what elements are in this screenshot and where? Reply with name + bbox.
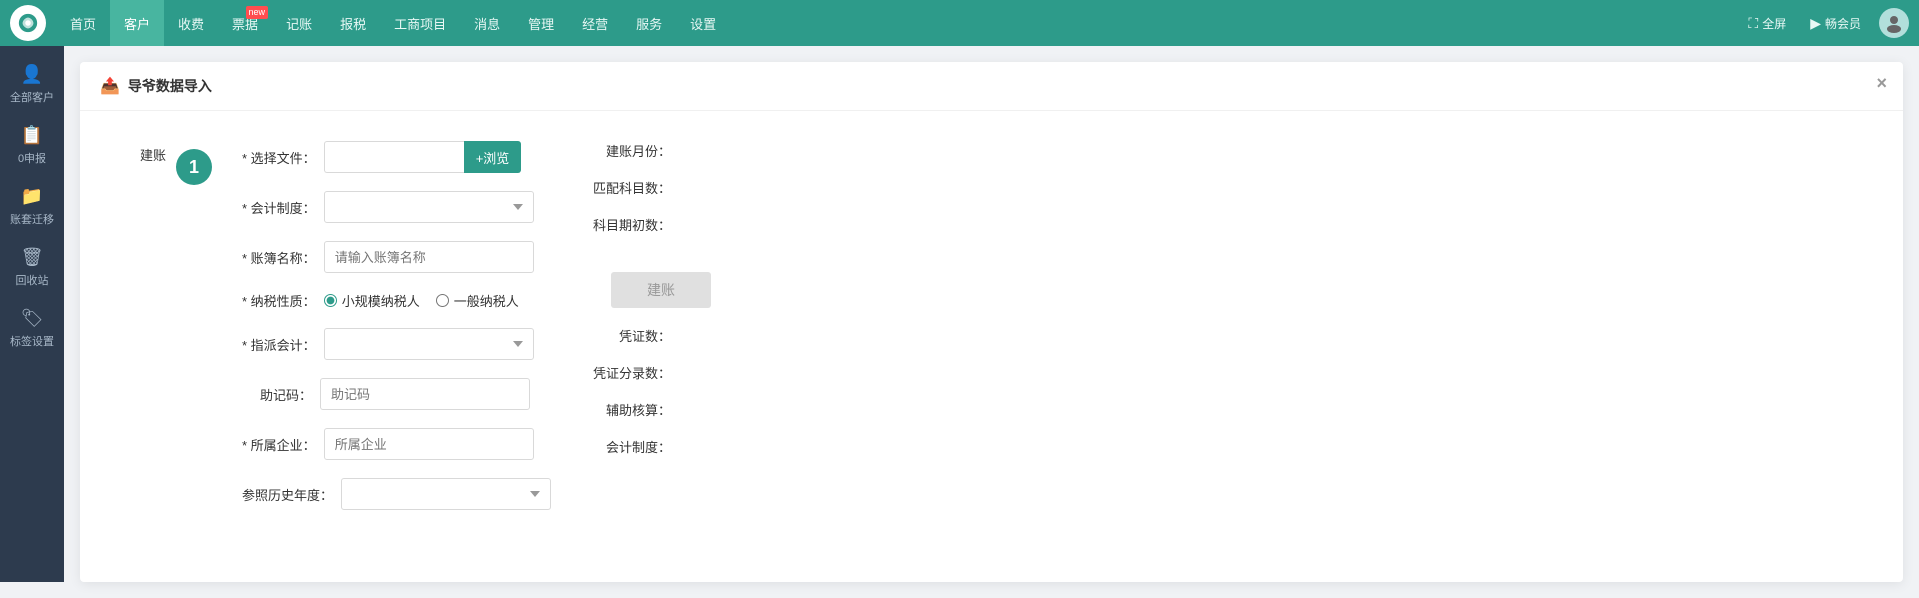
company-input[interactable] — [324, 428, 534, 460]
tax-radio-group: 小规模纳税人 一般纳税人 — [324, 291, 519, 310]
radio-general-tax[interactable]: 一般纳税人 — [436, 291, 519, 310]
left-sidebar: 👤 全部客户 📋 0申报 📁 账套迁移 🗑 回收站 🏷 标签设置 — [0, 46, 64, 582]
sidebar-item-all-clients[interactable]: 👤 全部客户 — [3, 56, 61, 113]
step-section-label: 建账 — [140, 145, 166, 164]
nav-right-area: ⛶ 全屏 ▶ 畅会员 — [1742, 8, 1909, 38]
voucher-count-row: 凭证数： — [591, 326, 791, 345]
nav-item-home[interactable]: 首页 — [56, 0, 110, 46]
right-info-panel: 建账月份： 匹配科目数： 科目期初数： 建账 凭证 — [591, 141, 791, 510]
all-clients-icon: 👤 — [21, 64, 43, 85]
nav-item-clients[interactable]: 客户 — [110, 0, 164, 46]
form-left-area: 建账 1 * 选择文件： +浏览 — [140, 141, 551, 510]
file-input-group: +浏览 — [324, 141, 522, 173]
nav-item-invoices[interactable]: 票据 new — [218, 0, 272, 46]
company-label: * 所属企业： — [242, 435, 316, 454]
nav-item-services[interactable]: 服务 — [622, 0, 676, 46]
build-month-row: 建账月份： — [591, 141, 791, 160]
nav-item-fees[interactable]: 收费 — [164, 0, 218, 46]
accounting-system-row: * 会计制度： — [242, 191, 551, 223]
migration-icon: 📁 — [21, 186, 43, 207]
nav-item-management[interactable]: 管理 — [514, 0, 568, 46]
subject-init-row: 科目期初数： — [591, 215, 791, 234]
right-accounting-system-label: 会计制度： — [591, 437, 671, 456]
browse-button[interactable]: +浏览 — [464, 141, 522, 173]
subject-init-label: 科目期初数： — [591, 215, 671, 234]
sidebar-item-recycle-bin[interactable]: 🗑 回收站 — [3, 239, 61, 296]
ledger-name-row: * 账簿名称： — [242, 241, 551, 273]
voucher-entries-row: 凭证分录数： — [591, 363, 791, 382]
form-container: 建账 1 * 选择文件： +浏览 — [80, 111, 1903, 540]
fullscreen-button[interactable]: ⛶ 全屏 — [1742, 13, 1792, 34]
dialog-panel: 📤 导爷数据导入 × 建账 1 * 选择文件： — [80, 62, 1903, 582]
member-button[interactable]: ▶ 畅会员 — [1804, 13, 1867, 34]
user-avatar[interactable] — [1879, 8, 1909, 38]
new-badge: new — [246, 6, 269, 19]
match-subjects-row: 匹配科目数： — [591, 178, 791, 197]
member-icon: ▶ — [1810, 15, 1821, 32]
ledger-name-input[interactable] — [324, 241, 534, 273]
build-month-label: 建账月份： — [591, 141, 671, 160]
step-area: 建账 1 — [140, 145, 212, 185]
nav-item-settings[interactable]: 设置 — [676, 0, 730, 46]
form-fields: * 选择文件： +浏览 * 会计制度： — [242, 141, 551, 510]
memo-row: 助记码： — [242, 378, 551, 410]
radio-general-label: 一般纳税人 — [454, 291, 519, 310]
radio-small-label: 小规模纳税人 — [342, 291, 420, 310]
app-logo[interactable] — [10, 5, 46, 41]
auxiliary-label: 辅助核算： — [591, 400, 671, 419]
accountant-select[interactable] — [324, 328, 534, 360]
accountant-row: * 指派会计： — [242, 328, 551, 360]
match-subjects-label: 匹配科目数： — [591, 178, 671, 197]
nav-item-messages[interactable]: 消息 — [460, 0, 514, 46]
file-label: * 选择文件： — [242, 148, 316, 167]
radio-general-input[interactable] — [436, 294, 449, 307]
history-year-select[interactable] — [341, 478, 551, 510]
main-content: 📤 导爷数据导入 × 建账 1 * 选择文件： — [64, 46, 1919, 598]
radio-small-tax[interactable]: 小规模纳税人 — [324, 291, 420, 310]
nav-items: 首页 客户 收费 票据 new 记账 报税 工商项目 消息 管理 经营 服务 设… — [56, 0, 1742, 46]
tag-icon: 🏷 — [21, 308, 44, 329]
auxiliary-row: 辅助核算： — [591, 400, 791, 419]
recycle-icon: 🗑 — [21, 247, 44, 268]
step-badge: 1 — [176, 149, 212, 185]
memo-input[interactable] — [320, 378, 530, 410]
voucher-entries-label: 凭证分录数： — [591, 363, 671, 382]
accounting-system-select[interactable] — [324, 191, 534, 223]
company-row: * 所属企业： — [242, 428, 551, 460]
dialog-title: 导爷数据导入 — [128, 76, 212, 96]
nav-item-bookkeeping[interactable]: 记账 — [272, 0, 326, 46]
file-text-input[interactable] — [324, 141, 464, 173]
dialog-header: 📤 导爷数据导入 × — [80, 62, 1903, 111]
memo-label: 助记码： — [242, 385, 312, 404]
top-navigation: 首页 客户 收费 票据 new 记账 报税 工商项目 消息 管理 经营 服务 设… — [0, 0, 1919, 46]
zero-report-icon: 📋 — [21, 125, 43, 146]
file-row: * 选择文件： +浏览 — [242, 141, 551, 173]
voucher-count-label: 凭证数： — [591, 326, 671, 345]
nav-item-tax[interactable]: 报税 — [326, 0, 380, 46]
history-year-row: 参照历史年度： — [242, 478, 551, 510]
nav-item-business[interactable]: 工商项目 — [380, 0, 460, 46]
accountant-label: * 指派会计： — [242, 335, 316, 354]
sidebar-item-tag-settings[interactable]: 🏷 标签设置 — [3, 300, 61, 357]
radio-small-input[interactable] — [324, 294, 337, 307]
accounting-system-label: * 会计制度： — [242, 198, 316, 217]
ledger-name-label: * 账簿名称： — [242, 248, 316, 267]
fullscreen-icon: ⛶ — [1748, 15, 1758, 32]
close-button[interactable]: × — [1876, 74, 1887, 92]
tax-type-row: * 纳税性质： 小规模纳税人 一般纳税人 — [242, 291, 551, 310]
nav-item-operations[interactable]: 经营 — [568, 0, 622, 46]
sidebar-item-account-migration[interactable]: 📁 账套迁移 — [3, 178, 61, 235]
right-accounting-system-row: 会计制度： — [591, 437, 791, 456]
tax-type-label: * 纳税性质： — [242, 291, 316, 310]
sidebar-item-zero-report[interactable]: 📋 0申报 — [3, 117, 61, 174]
history-year-label: 参照历史年度： — [242, 485, 333, 504]
build-account-button[interactable]: 建账 — [611, 272, 711, 308]
import-icon: 📤 — [100, 76, 120, 96]
